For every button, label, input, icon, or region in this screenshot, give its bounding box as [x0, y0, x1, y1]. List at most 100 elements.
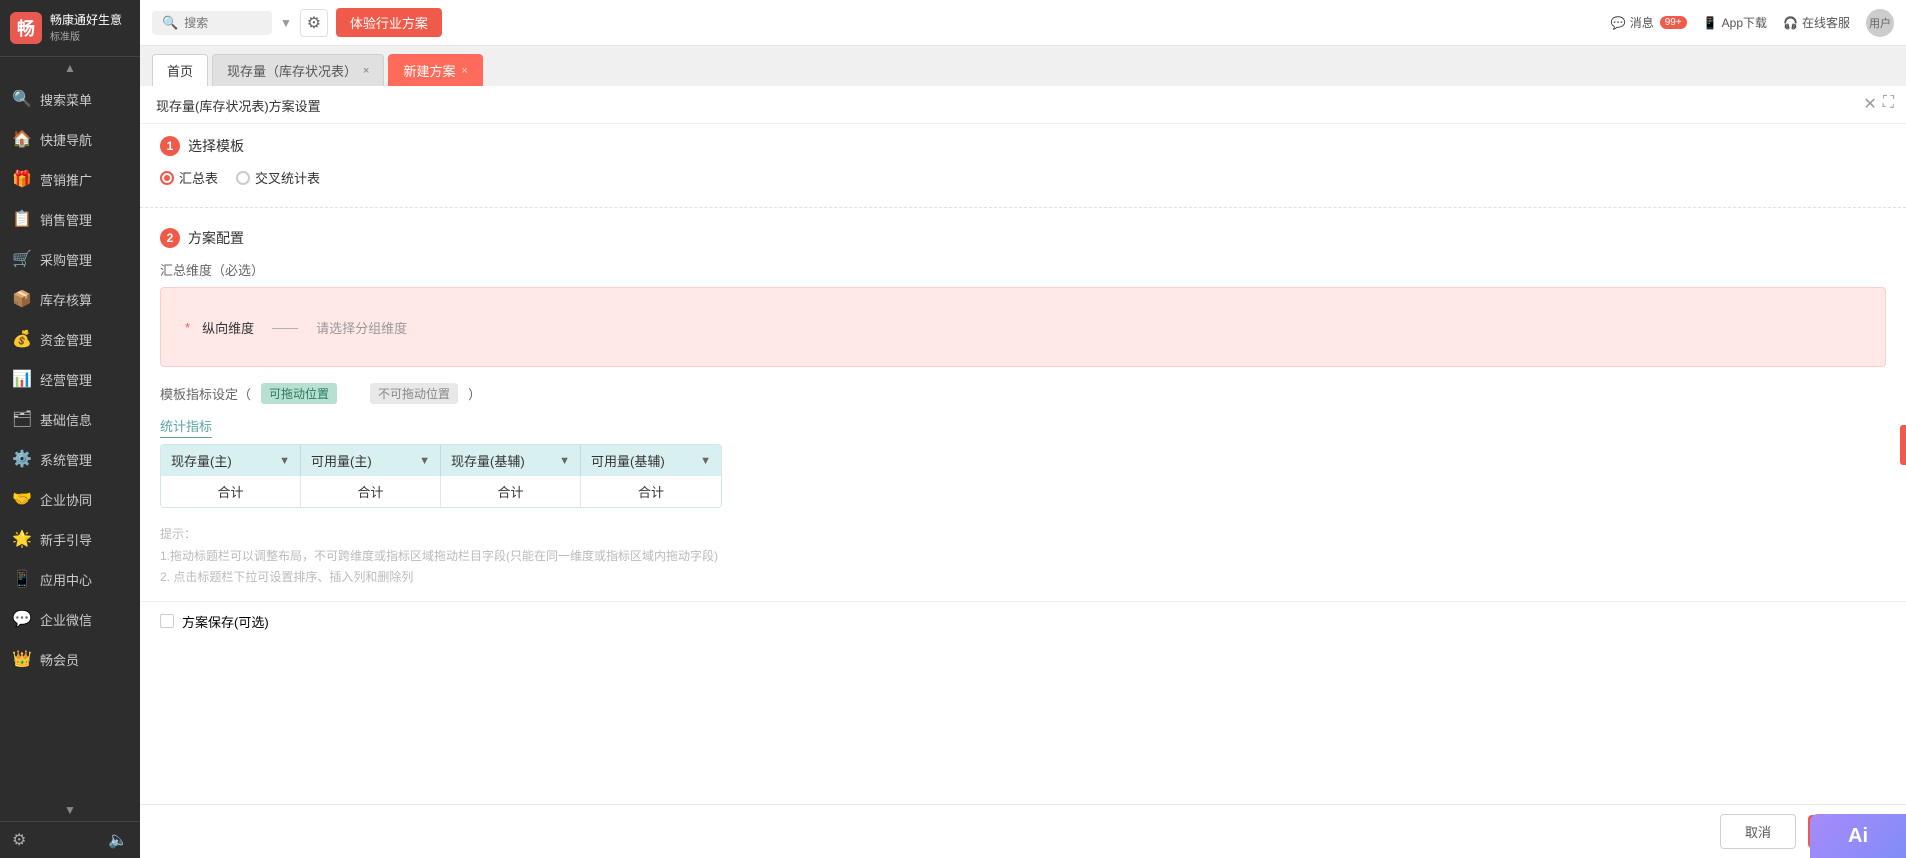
tab-new-scheme-close-icon[interactable]: ×: [461, 65, 467, 77]
tab-inventory-status[interactable]: 现存量（库存状况表） ×: [212, 54, 384, 86]
online-service-button[interactable]: 🎧 在线客服: [1783, 14, 1850, 31]
template-radio-group: 汇总表 交叉统计表: [160, 168, 1886, 187]
avatar[interactable]: 用户: [1866, 9, 1894, 37]
sidebar-item-label: 快捷导航: [40, 130, 92, 149]
inventory-icon: 📦: [12, 289, 32, 309]
sidebar-item-app-center[interactable]: 📱 应用中心: [0, 559, 140, 599]
sidebar-item-member[interactable]: 👑 畅会员: [0, 639, 140, 679]
stat-body-1-summary: 合计: [357, 485, 383, 500]
brand-edition: 标准版: [50, 28, 122, 43]
draggable-tag: 可拖动位置: [261, 383, 337, 404]
tips-item-1: 2. 点击标题栏下拉可设置排序、插入列和删除列: [160, 567, 1886, 589]
stat-table-body: 合计 合计 合计 合计: [161, 476, 721, 507]
radio-summary-label: 汇总表: [179, 168, 218, 187]
sidebar-item-operations[interactable]: 📊 经营管理: [0, 359, 140, 399]
gift-icon: 🎁: [12, 169, 32, 189]
stat-col-3-name: 可用量(基辅): [591, 451, 665, 470]
sound-icon[interactable]: 🔈: [108, 830, 128, 850]
brand-name: 畅康通好生意: [50, 13, 122, 29]
stat-col-1-arrow[interactable]: ▼: [419, 455, 430, 467]
topbar-dropdown-icon[interactable]: ▼: [280, 16, 292, 30]
save-label: 方案保存(可选): [182, 612, 269, 631]
radio-summary[interactable]: 汇总表: [160, 168, 218, 187]
sidebar-item-corp-wechat[interactable]: 💬 企业微信: [0, 599, 140, 639]
dimension-label: 汇总维度（必选）: [160, 260, 1886, 279]
avatar-text: 用户: [1869, 15, 1891, 31]
message-label: 消息: [1630, 14, 1654, 31]
metrics-label-close: ）: [468, 384, 481, 403]
radio-crosstab[interactable]: 交叉统计表: [236, 168, 320, 187]
sidebar-item-marketing[interactable]: 🎁 营销推广: [0, 159, 140, 199]
sidebar-item-quick-nav[interactable]: 🏠 快捷导航: [0, 119, 140, 159]
member-icon: 👑: [12, 649, 32, 669]
sidebar-item-sales[interactable]: 📋 销售管理: [0, 199, 140, 239]
brand-text-block: 畅康通好生意 标准版: [50, 13, 122, 44]
topbar-right: 💬 消息 99+ 📱 App下载 🎧 在线客服 用户: [1611, 9, 1894, 37]
step1-title: 选择模板: [188, 136, 244, 156]
tab-home[interactable]: 首页: [152, 54, 208, 86]
cancel-button[interactable]: 取消: [1720, 814, 1796, 849]
sidebar-scroll-up[interactable]: ▲: [0, 57, 140, 79]
step1-header: 1 选择模板: [160, 136, 1886, 156]
stat-body-col-1: 合计: [301, 476, 441, 507]
settings-footer-icon[interactable]: ⚙: [12, 830, 26, 850]
stat-col-0-arrow[interactable]: ▼: [279, 455, 290, 467]
app-download-label: App下载: [1722, 14, 1767, 31]
step2-number: 2: [160, 228, 180, 248]
online-service-label: 在线客服: [1802, 14, 1850, 31]
sidebar-item-search-menu[interactable]: 🔍 搜索菜单: [0, 79, 140, 119]
not-draggable-tag: 不可拖动位置: [370, 383, 458, 404]
radio-crosstab-circle[interactable]: [236, 171, 250, 185]
sidebar-footer: ⚙ 🔈: [0, 821, 140, 858]
basic-info-icon: 🗂: [12, 409, 32, 429]
tips-title: 提示：: [160, 527, 196, 541]
sidebar-item-label: 销售管理: [40, 210, 92, 229]
tab-new-scheme[interactable]: 新建方案 ×: [388, 54, 482, 86]
panel-expand-icon[interactable]: ⛶: [1883, 94, 1894, 114]
stat-body-0-summary: 合计: [217, 485, 243, 500]
topbar-settings-icon[interactable]: ⚙: [300, 9, 328, 37]
panel-close-icon[interactable]: ✕: [1863, 94, 1876, 114]
sidebar-item-newbie[interactable]: 🌟 新手引导: [0, 519, 140, 559]
sidebar-item-label: 畅会员: [40, 650, 79, 669]
search-input[interactable]: [184, 16, 264, 30]
sidebar-item-basic-info[interactable]: 🗂 基础信息: [0, 399, 140, 439]
sidebar-scroll-down[interactable]: ▼: [0, 799, 140, 821]
stat-col-1[interactable]: 可用量(主) ▼: [301, 445, 441, 476]
step2-header: 2 方案配置: [160, 228, 1886, 248]
search-box[interactable]: 🔍: [152, 11, 272, 35]
tips-section: 提示： 1.拖动标题栏可以调整布局，不可跨维度或指标区域拖动栏目字段(只能在同一…: [160, 524, 1886, 589]
stat-col-3[interactable]: 可用量(基辅) ▼: [581, 445, 721, 476]
dimension-box[interactable]: * 纵向维度 —— 请选择分组维度: [160, 287, 1886, 367]
sidebar-item-label: 系统管理: [40, 450, 92, 469]
newbie-icon: 🌟: [12, 529, 32, 549]
message-icon: 💬: [1611, 16, 1626, 30]
sidebar-item-finance[interactable]: 💰 资金管理: [0, 319, 140, 359]
save-checkbox[interactable]: [160, 614, 174, 628]
sidebar-item-system[interactable]: ⚙️ 系统管理: [0, 439, 140, 479]
collab-icon: 🤝: [12, 489, 32, 509]
app-download-button[interactable]: 📱 App下载: [1703, 14, 1767, 31]
corp-wechat-icon: 💬: [12, 609, 32, 629]
tab-inventory-close-icon[interactable]: ×: [363, 65, 369, 77]
sidebar-item-label: 企业协同: [40, 490, 92, 509]
ai-badge[interactable]: Ai: [1810, 814, 1906, 858]
service-icon: 🎧: [1783, 16, 1798, 30]
stat-col-2-arrow[interactable]: ▼: [559, 455, 570, 467]
radio-summary-circle[interactable]: [160, 171, 174, 185]
trial-button[interactable]: 体验行业方案: [336, 8, 442, 37]
sidebar-item-purchase[interactable]: 🛒 采购管理: [0, 239, 140, 279]
panel-top-icons: ✕ ⛶: [1863, 94, 1894, 114]
stat-col-3-arrow[interactable]: ▼: [700, 455, 711, 467]
sidebar-item-label: 采购管理: [40, 250, 92, 269]
stat-col-2[interactable]: 现存量(基辅) ▼: [441, 445, 581, 476]
stat-col-0[interactable]: 现存量(主) ▼: [161, 445, 301, 476]
sidebar-item-corp-collab[interactable]: 🤝 企业协同: [0, 479, 140, 519]
right-edge-indicator[interactable]: [1900, 425, 1906, 465]
message-button[interactable]: 💬 消息 99+: [1611, 14, 1687, 31]
sidebar-item-label: 经营管理: [40, 370, 92, 389]
topbar: 🔍 ▼ ⚙ 体验行业方案 💬 消息 99+ 📱 App下载 🎧 在线客服 用户: [140, 0, 1906, 46]
sidebar-item-inventory[interactable]: 📦 库存核算: [0, 279, 140, 319]
app-center-icon: 📱: [12, 569, 32, 589]
stat-col-0-name: 现存量(主): [171, 451, 232, 470]
